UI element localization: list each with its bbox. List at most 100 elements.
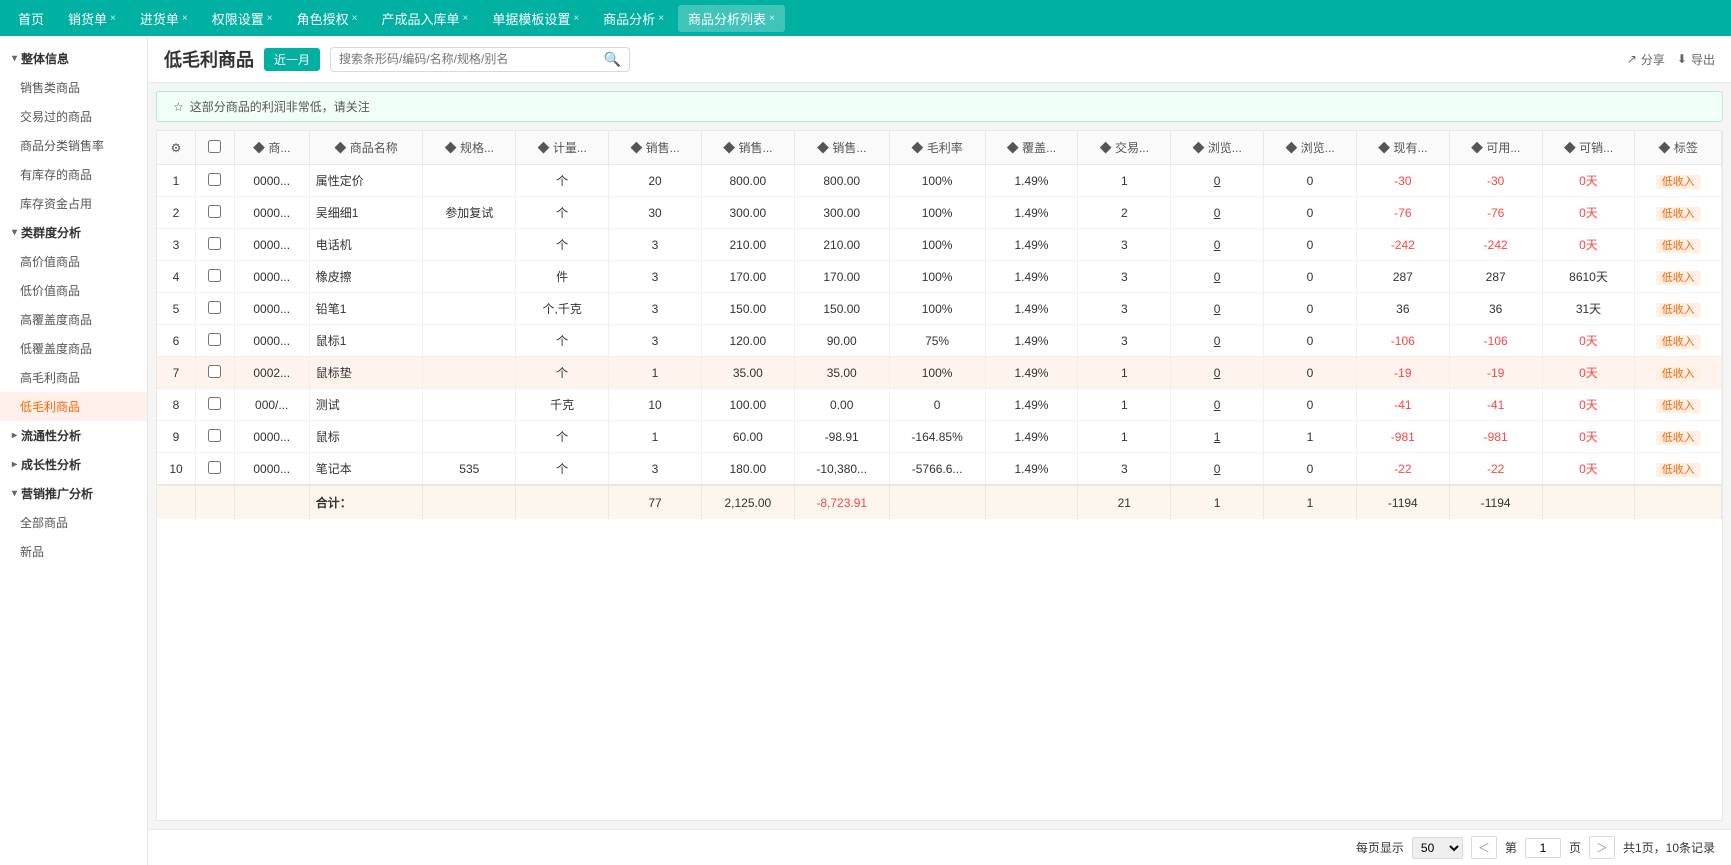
sidebar-item-低价值商品[interactable]: 低价值商品 bbox=[0, 276, 147, 305]
row-checkbox[interactable] bbox=[208, 365, 221, 378]
browse-link[interactable]: 0 bbox=[1214, 206, 1221, 220]
nav-item-商品分析列表[interactable]: 商品分析列表 × bbox=[678, 5, 785, 32]
browse-link[interactable]: 0 bbox=[1214, 238, 1221, 252]
tag: 低收入 bbox=[1635, 357, 1722, 389]
col-header-settings[interactable]: ⚙ bbox=[157, 131, 196, 165]
nav-close-icon[interactable]: × bbox=[573, 13, 579, 24]
page-number-input[interactable] bbox=[1525, 838, 1561, 858]
col-header-current_stock[interactable]: ◆ 现有... bbox=[1356, 131, 1449, 165]
row-checkbox[interactable] bbox=[208, 205, 221, 218]
sidebar-group-营销推广分析[interactable]: ▾营销推广分析 bbox=[0, 479, 147, 508]
nav-item-权限设置[interactable]: 权限设置 × bbox=[202, 5, 283, 32]
sidebar-item-新品[interactable]: 新品 bbox=[0, 537, 147, 566]
sidebar-item-全部商品[interactable]: 全部商品 bbox=[0, 508, 147, 537]
sidebar-group-类群度分析[interactable]: ▾类群度分析 bbox=[0, 218, 147, 247]
product-name: 电话机 bbox=[309, 229, 423, 261]
col-header-tag[interactable]: ◆ 标签 bbox=[1635, 131, 1722, 165]
search-icon[interactable]: 🔍 bbox=[604, 51, 621, 68]
browse-link[interactable]: 0 bbox=[1214, 366, 1221, 380]
row-checkbox[interactable] bbox=[196, 325, 235, 357]
nav-item-商品分析[interactable]: 商品分析 × bbox=[593, 5, 674, 32]
row-checkbox[interactable] bbox=[196, 357, 235, 389]
row-checkbox[interactable] bbox=[208, 397, 221, 410]
row-checkbox[interactable] bbox=[196, 453, 235, 486]
col-header-sales_amount[interactable]: ◆ 销售... bbox=[794, 131, 889, 165]
nav-close-icon[interactable]: × bbox=[267, 13, 273, 24]
sidebar-item-商品分类销售率[interactable]: 商品分类销售率 bbox=[0, 131, 147, 160]
col-header-trade_count[interactable]: ◆ 交易... bbox=[1078, 131, 1171, 165]
nav-close-icon[interactable]: × bbox=[462, 13, 468, 24]
nav-close-icon[interactable]: × bbox=[182, 13, 188, 24]
sidebar-group-整体信息[interactable]: ▾整体信息 bbox=[0, 44, 147, 73]
sidebar-item-库存资金占用[interactable]: 库存资金占用 bbox=[0, 189, 147, 218]
row-checkbox[interactable] bbox=[208, 429, 221, 442]
col-header-available_stock[interactable]: ◆ 可用... bbox=[1449, 131, 1542, 165]
col-header-code[interactable]: ◆ 商... bbox=[234, 131, 309, 165]
time-filter-button[interactable]: 近一月 bbox=[264, 48, 320, 71]
nav-item-进货单[interactable]: 进货单 × bbox=[130, 5, 198, 32]
sidebar-group-流通性分析[interactable]: ▸流通性分析 bbox=[0, 421, 147, 450]
tag: 低收入 bbox=[1635, 421, 1722, 453]
row-checkbox[interactable] bbox=[196, 421, 235, 453]
row-checkbox[interactable] bbox=[196, 165, 235, 197]
col-header-spec[interactable]: ◆ 规格... bbox=[423, 131, 516, 165]
search-input[interactable] bbox=[339, 52, 604, 66]
col-header-gross_margin[interactable]: ◆ 毛利率 bbox=[889, 131, 985, 165]
nav-item-角色授权[interactable]: 角色授权 × bbox=[287, 5, 368, 32]
col-header-name[interactable]: ◆ 商品名称 bbox=[309, 131, 423, 165]
row-checkbox[interactable] bbox=[196, 293, 235, 325]
sidebar-item-高价值商品[interactable]: 高价值商品 bbox=[0, 247, 147, 276]
tag-badge: 低收入 bbox=[1656, 303, 1701, 317]
nav-item-单据模板设置[interactable]: 单据模板设置 × bbox=[482, 5, 589, 32]
footer-cell-0 bbox=[157, 485, 196, 519]
col-header-browse2[interactable]: ◆ 浏览... bbox=[1264, 131, 1357, 165]
col-header-coverage[interactable]: ◆ 覆盖... bbox=[985, 131, 1078, 165]
nav-close-icon[interactable]: × bbox=[769, 13, 775, 24]
sidebar-item-高覆盖度商品[interactable]: 高覆盖度商品 bbox=[0, 305, 147, 334]
nav-close-icon[interactable]: × bbox=[352, 13, 358, 24]
per-page-select[interactable]: 2050100 bbox=[1412, 837, 1463, 859]
export-button[interactable]: ⬇ 导出 bbox=[1677, 51, 1715, 68]
browse-link[interactable]: 0 bbox=[1214, 302, 1221, 316]
nav-close-icon[interactable]: × bbox=[110, 13, 116, 24]
sidebar-item-有库存的商品[interactable]: 有库存的商品 bbox=[0, 160, 147, 189]
row-checkbox[interactable] bbox=[196, 261, 235, 293]
share-button[interactable]: ↗ 分享 bbox=[1627, 51, 1665, 68]
col-header-unit[interactable]: ◆ 计量... bbox=[516, 131, 609, 165]
col-header-saleable_days[interactable]: ◆ 可销... bbox=[1542, 131, 1635, 165]
row-checkbox[interactable] bbox=[196, 389, 235, 421]
browse-link[interactable]: 0 bbox=[1214, 270, 1221, 284]
col-header-sales_qty[interactable]: ◆ 销售... bbox=[609, 131, 702, 165]
nav-item-产成品入库单[interactable]: 产成品入库单 × bbox=[371, 5, 478, 32]
browse-link[interactable]: 0 bbox=[1214, 334, 1221, 348]
row-checkbox[interactable] bbox=[208, 269, 221, 282]
col-header-browse1[interactable]: ◆ 浏览... bbox=[1171, 131, 1264, 165]
next-page-button[interactable]: ＞ bbox=[1589, 836, 1615, 859]
row-checkbox[interactable] bbox=[208, 173, 221, 186]
browse-link[interactable]: 0 bbox=[1214, 174, 1221, 188]
browse-link[interactable]: 0 bbox=[1214, 398, 1221, 412]
sidebar-item-低覆盖度商品[interactable]: 低覆盖度商品 bbox=[0, 334, 147, 363]
sidebar-group-成长性分析[interactable]: ▸成长性分析 bbox=[0, 450, 147, 479]
table-row: 60000...鼠标1个3120.0090.0075%1.49%300-106-… bbox=[157, 325, 1722, 357]
row-checkbox[interactable] bbox=[208, 333, 221, 346]
browse-link[interactable]: 1 bbox=[1214, 430, 1221, 444]
row-checkbox[interactable] bbox=[196, 229, 235, 261]
col-header-checkbox[interactable] bbox=[196, 131, 235, 165]
sidebar-item-低毛利商品[interactable]: 低毛利商品 bbox=[0, 392, 147, 421]
row-checkbox[interactable] bbox=[208, 237, 221, 250]
row-checkbox[interactable] bbox=[208, 461, 221, 474]
footer-cell-1 bbox=[196, 485, 235, 519]
row-checkbox[interactable] bbox=[208, 301, 221, 314]
prev-page-button[interactable]: ＜ bbox=[1471, 836, 1497, 859]
sidebar-item-交易过的商品[interactable]: 交易过的商品 bbox=[0, 102, 147, 131]
nav-item-销货单[interactable]: 销货单 × bbox=[58, 5, 126, 32]
browse-link[interactable]: 0 bbox=[1214, 462, 1221, 476]
nav-close-icon[interactable]: × bbox=[658, 13, 664, 24]
sidebar-item-高毛利商品[interactable]: 高毛利商品 bbox=[0, 363, 147, 392]
select-all-checkbox[interactable] bbox=[208, 140, 221, 153]
col-header-sales_price[interactable]: ◆ 销售... bbox=[701, 131, 794, 165]
row-checkbox[interactable] bbox=[196, 197, 235, 229]
nav-item-首页[interactable]: 首页 bbox=[8, 5, 54, 32]
sidebar-item-销售类商品[interactable]: 销售类商品 bbox=[0, 73, 147, 102]
